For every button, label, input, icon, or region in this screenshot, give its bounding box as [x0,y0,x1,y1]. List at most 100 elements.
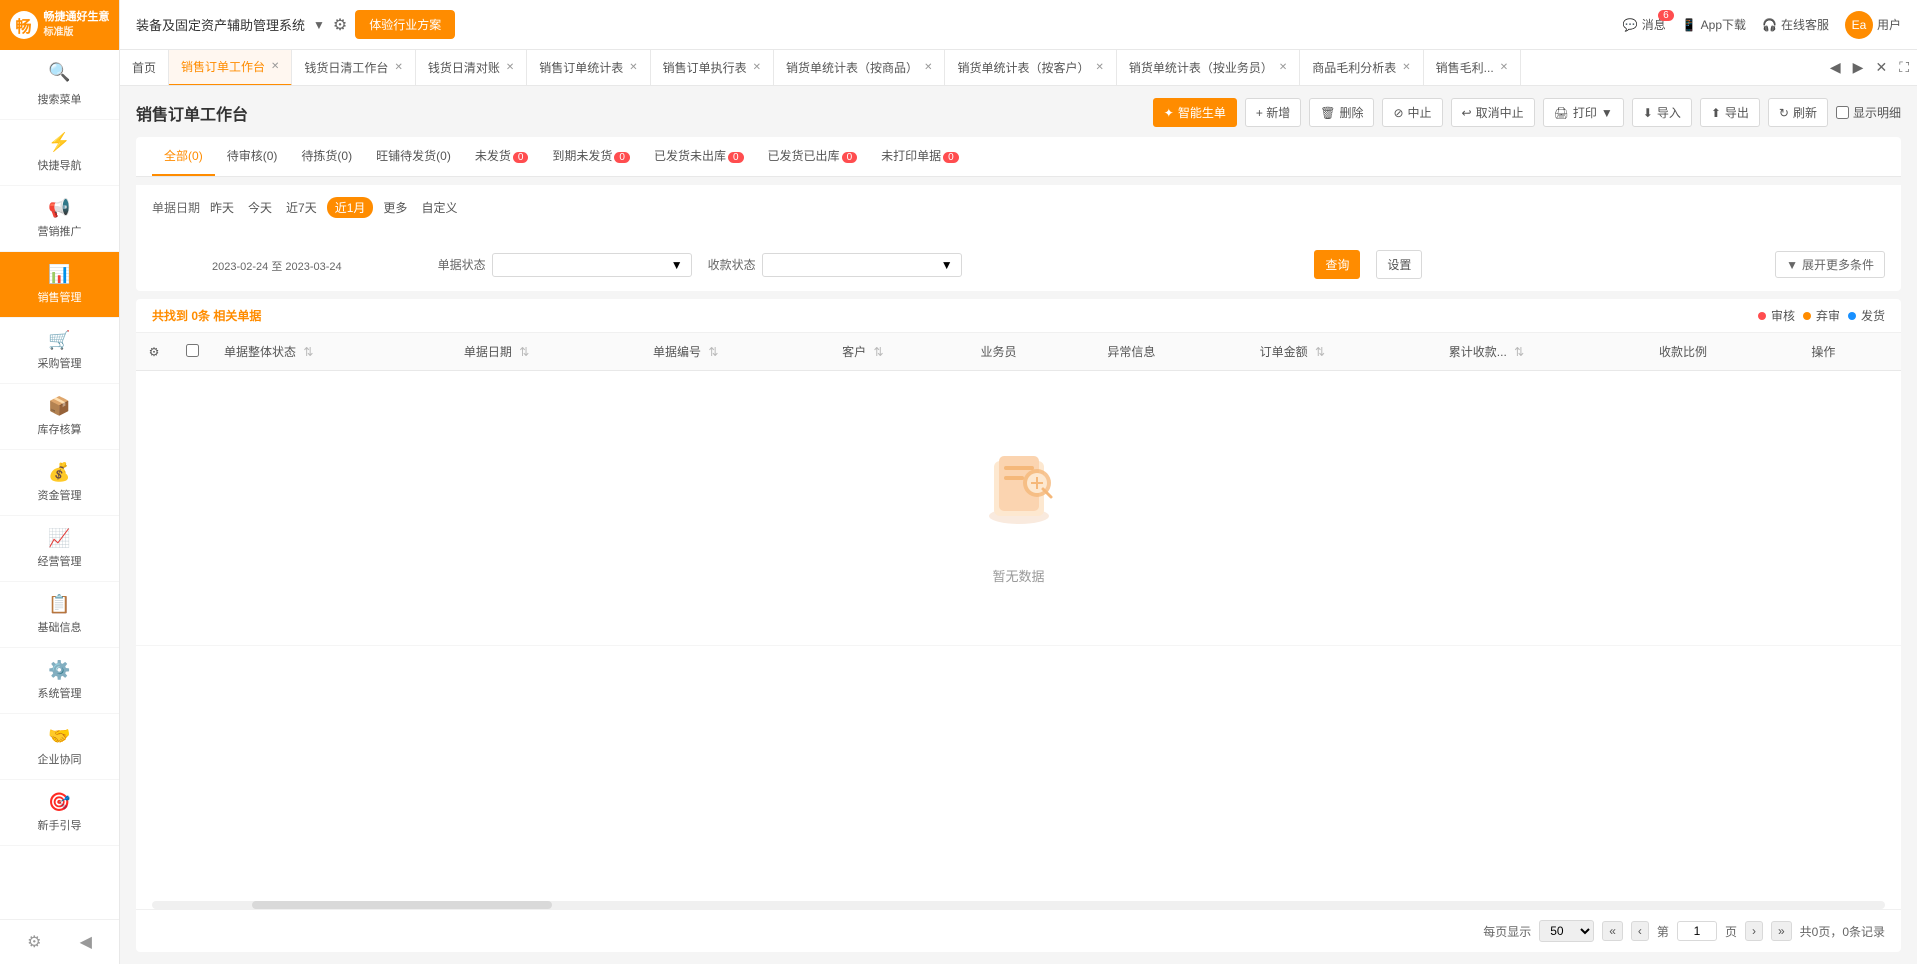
filter-tab-not-shipped[interactable]: 未发货0 [463,137,541,176]
th-settings[interactable]: ⚙ [136,333,172,371]
sidebar-item-operations[interactable]: 📈 经营管理 [0,516,119,582]
tabs-next-btn[interactable]: ▶ [1849,59,1868,76]
app-download-btn[interactable]: 📱 App下载 [1682,16,1746,33]
sidebar-item-quick-nav[interactable]: ⚡ 快捷导航 [0,120,119,186]
sidebar-item-inventory[interactable]: 📦 库存核算 [0,384,119,450]
tab-sales-order-stats[interactable]: 销售订单统计表 ✕ [527,50,650,86]
tab-sales-stats-customer[interactable]: 销货单统计表（按客户） ✕ [945,50,1116,86]
tab-close-icon-8[interactable]: ✕ [1279,62,1287,73]
refresh-button[interactable]: ↻ 刷新 [1768,98,1828,127]
tabs-fullscreen-btn[interactable]: ⛶ [1895,59,1913,76]
sort-icon-number[interactable]: ⇅ [708,345,718,359]
sidebar-item-guide[interactable]: 🎯 新手引导 [0,780,119,846]
filter-tab-shipped-not-out[interactable]: 已发货未出库0 [642,137,756,176]
tab-goods-margin[interactable]: 商品毛利分析表 ✕ [1300,50,1423,86]
import-button[interactable]: ⬇ 导入 [1632,98,1692,127]
last-page-btn[interactable]: » [1771,921,1792,941]
filter-tab-pending-review[interactable]: 待审核(0) [215,137,290,176]
table-count: 共找到 0条 相关单据 [152,307,261,324]
tab-sales-more[interactable]: 销售毛利... ✕ [1424,50,1521,86]
per-page-select[interactable]: 50 100 200 [1539,920,1594,942]
tab-close-icon-10[interactable]: ✕ [1500,62,1508,73]
filter-tab-wangpu-ship[interactable]: 旺铺待发货(0) [364,137,463,176]
online-service-btn[interactable]: 🎧 在线客服 [1762,16,1829,33]
filter-tab-overdue-ship[interactable]: 到期未发货0 [540,137,642,176]
settings-bottom-btn[interactable]: ⚙ [27,932,41,952]
export-button[interactable]: ⬆ 导出 [1700,98,1760,127]
sort-icon-customer[interactable]: ⇅ [873,345,883,359]
select-all-checkbox[interactable] [186,344,199,357]
sidebar-item-marketing[interactable]: 📢 营销推广 [0,186,119,252]
filter-tab-shipped-out[interactable]: 已发货已出库0 [756,137,870,176]
ai-generate-button[interactable]: ✦ 智能生单 [1153,98,1237,127]
status-select[interactable]: ▼ [492,253,692,277]
date-option-custom[interactable]: 自定义 [417,197,461,218]
sidebar-item-purchase[interactable]: 🛒 采购管理 [0,318,119,384]
sidebar-item-sales[interactable]: 📊 销售管理 [0,252,119,318]
sort-icon-amount[interactable]: ⇅ [1315,345,1325,359]
payment-select[interactable]: ▼ [762,253,962,277]
tab-close-icon-9[interactable]: ✕ [1402,62,1410,73]
system-dropdown-icon[interactable]: ▼ [313,18,325,32]
filter-tab-unprinted[interactable]: 未打印单据0 [869,137,971,176]
tab-home-label: 首页 [132,59,156,76]
search-button[interactable]: 查询 [1314,250,1360,279]
sort-icon-date[interactable]: ⇅ [519,345,529,359]
review-action-btn[interactable]: 审核 [1758,307,1795,324]
th-number: 单据编号 ⇅ [641,333,830,371]
date-option-7days[interactable]: 近7天 [282,197,321,218]
tabs-close-all-btn[interactable]: ✕ [1871,59,1891,76]
page-input[interactable] [1677,921,1717,941]
cancel-stop-button[interactable]: ↩ 取消中止 [1451,98,1535,127]
collapse-btn[interactable]: ◀ [80,932,92,952]
tab-sales-order-exec[interactable]: 销售订单执行表 ✕ [651,50,774,86]
show-detail-checkbox[interactable] [1836,106,1849,119]
tab-cash-daily-clear[interactable]: 钱货日清工作台 ✕ [292,50,415,86]
prev-page-btn[interactable]: ‹ [1631,921,1649,941]
scrollbar-thumb[interactable] [252,901,552,909]
date-option-1month[interactable]: 近1月 [327,197,374,218]
stop-button[interactable]: ⊘ 中止 [1382,98,1442,127]
delete-button[interactable]: 🗑 删除 [1309,98,1374,127]
tabs-prev-btn[interactable]: ◀ [1826,59,1845,76]
tab-home[interactable]: 首页 [120,50,169,86]
tab-close-icon-5[interactable]: ✕ [753,62,761,73]
print-button[interactable]: 🖨 打印 ▼ [1543,98,1624,127]
tab-close-icon-7[interactable]: ✕ [1095,62,1103,73]
tab-cash-goods-reconcile[interactable]: 钱货日清对账 ✕ [416,50,527,86]
filter-tab-pending-inspect[interactable]: 待拣货(0) [289,137,364,176]
tab-close-icon[interactable]: ✕ [271,61,279,72]
sort-icon-collected[interactable]: ⇅ [1514,345,1524,359]
sidebar-item-basic-info[interactable]: 📋 基础信息 [0,582,119,648]
sidebar-item-system[interactable]: ⚙️ 系统管理 [0,648,119,714]
next-page-btn[interactable]: › [1745,921,1763,941]
tab-sales-order-workbench[interactable]: 销售订单工作台 ✕ [169,50,292,86]
cta-button[interactable]: 体验行业方案 [355,10,455,39]
new-button[interactable]: + 新增 [1245,98,1301,127]
message-btn[interactable]: 💬 6 消息 [1623,16,1666,33]
filter-tab-all[interactable]: 全部(0) [152,137,215,176]
tab-sales-stats-staff[interactable]: 销货单统计表（按业务员） ✕ [1117,50,1300,86]
user-profile-btn[interactable]: Ea 用户 [1845,11,1901,39]
date-option-yesterday[interactable]: 昨天 [206,197,238,218]
sidebar-item-cooperation[interactable]: 🤝 企业协同 [0,714,119,780]
show-detail-label[interactable]: 显示明细 [1836,104,1901,121]
tab-sales-stats-product[interactable]: 销货单统计表（按商品） ✕ [774,50,945,86]
date-option-today[interactable]: 今天 [244,197,276,218]
ship-action-btn[interactable]: 发货 [1848,307,1885,324]
sidebar-item-finance[interactable]: 💰 资金管理 [0,450,119,516]
tab-close-icon-2[interactable]: ✕ [394,62,402,73]
th-checkbox[interactable] [172,333,212,371]
settings-filter-button[interactable]: 设置 [1376,250,1422,279]
horizontal-scrollbar[interactable] [152,901,1885,909]
topbar-settings-icon[interactable]: ⚙ [333,15,347,35]
tab-close-icon-6[interactable]: ✕ [924,62,932,73]
sidebar-item-search[interactable]: 🔍 搜索菜单 [0,50,119,120]
cancel-review-action-btn[interactable]: 弃审 [1803,307,1840,324]
expand-more-btn[interactable]: ▼ 展开更多条件 [1775,251,1885,278]
first-page-btn[interactable]: « [1602,921,1623,941]
date-option-more[interactable]: 更多 [379,197,411,218]
tab-close-icon-3[interactable]: ✕ [506,62,514,73]
sort-icon-status[interactable]: ⇅ [303,345,313,359]
tab-close-icon-4[interactable]: ✕ [629,62,637,73]
